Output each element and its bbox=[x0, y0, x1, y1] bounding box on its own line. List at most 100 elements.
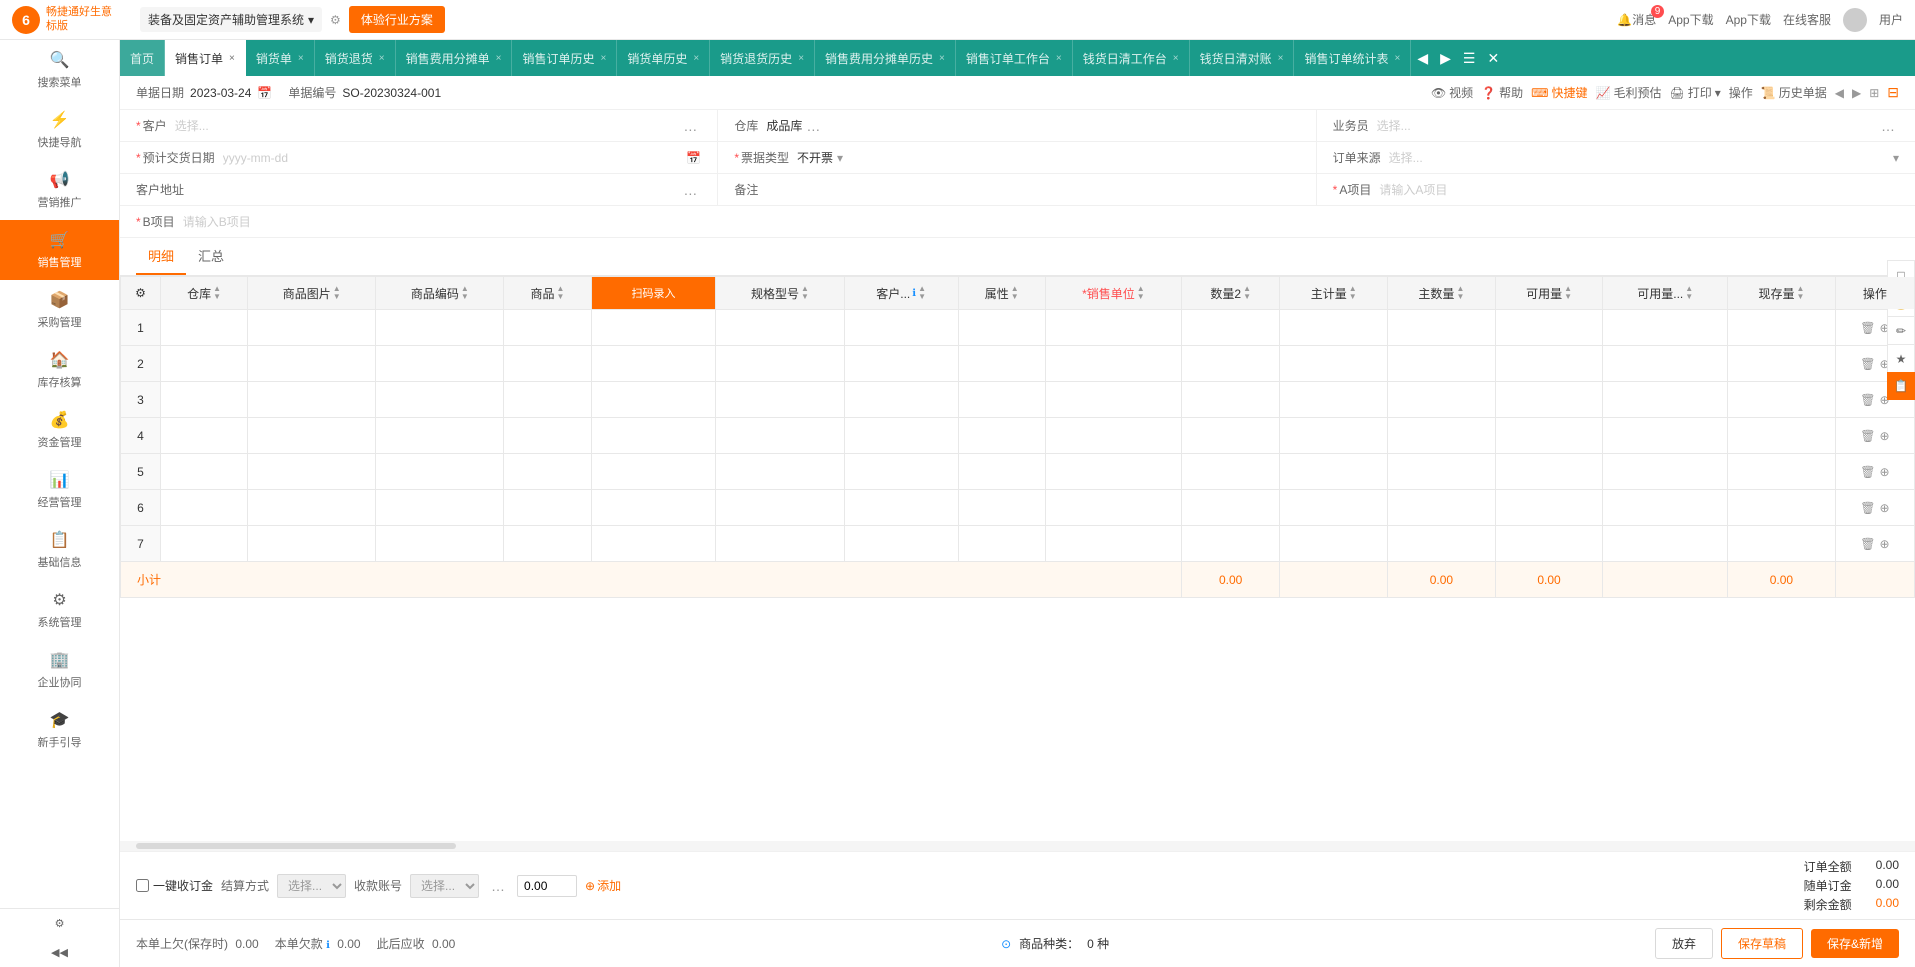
row-attribute[interactable] bbox=[958, 346, 1045, 382]
payment-amount-input[interactable] bbox=[517, 875, 577, 897]
customer-code-info-icon[interactable]: ℹ bbox=[912, 288, 916, 299]
add-payment-btn[interactable]: ⊕ 添加 bbox=[585, 877, 621, 894]
float-btn-5[interactable]: 📋 bbox=[1887, 372, 1915, 400]
row-scan[interactable] bbox=[591, 418, 716, 454]
staff-ellipsis[interactable]: … bbox=[1877, 118, 1899, 134]
row-available[interactable] bbox=[1495, 310, 1603, 346]
order-source-dropdown[interactable]: ▾ bbox=[1893, 151, 1899, 165]
bill-date-value[interactable]: 2023-03-24 bbox=[190, 86, 251, 100]
a-project-input[interactable] bbox=[1379, 183, 1899, 197]
sidebar-item-beginner[interactable]: 🎓 新手引导 bbox=[0, 700, 119, 760]
row-product-img[interactable] bbox=[248, 382, 376, 418]
staff-input[interactable] bbox=[1377, 119, 1877, 133]
row-current-stock[interactable] bbox=[1728, 346, 1836, 382]
delete-icon[interactable]: 🗑 bbox=[1860, 537, 1875, 551]
row-attribute[interactable] bbox=[958, 526, 1045, 562]
row-product-img[interactable] bbox=[248, 346, 376, 382]
nav-prev-icon[interactable]: ◀ bbox=[1835, 86, 1844, 100]
row-spec[interactable] bbox=[716, 526, 844, 562]
tab-sales-return[interactable]: 销货单 × bbox=[246, 40, 315, 76]
row-qty2[interactable] bbox=[1181, 454, 1280, 490]
tab-sales-return-history-close[interactable]: × bbox=[693, 53, 699, 64]
delivery-date-input[interactable] bbox=[223, 151, 687, 165]
row-warehouse[interactable] bbox=[161, 418, 248, 454]
expand-icon[interactable]: ⊟ bbox=[1887, 84, 1899, 101]
tab-home[interactable]: 首页 bbox=[120, 40, 165, 76]
row-main-unit[interactable] bbox=[1280, 418, 1388, 454]
sidebar-item-sales[interactable]: 🛒 销售管理 bbox=[0, 220, 119, 280]
row-available[interactable] bbox=[1495, 418, 1603, 454]
help-btn[interactable]: ❓ 帮助 bbox=[1481, 84, 1523, 101]
row-qty2[interactable] bbox=[1181, 490, 1280, 526]
row-available[interactable] bbox=[1495, 526, 1603, 562]
customer-ellipsis[interactable]: … bbox=[679, 118, 701, 134]
save-draft-btn[interactable]: 保存草稿 bbox=[1721, 928, 1803, 959]
row-main-qty[interactable] bbox=[1388, 490, 1496, 526]
row-main-unit[interactable] bbox=[1280, 454, 1388, 490]
sidebar-item-enterprise[interactable]: 🏢 企业协同 bbox=[0, 640, 119, 700]
tab-sales-workbench-close[interactable]: × bbox=[1056, 53, 1062, 64]
row-current-stock[interactable] bbox=[1728, 310, 1836, 346]
row-attribute[interactable] bbox=[958, 382, 1045, 418]
delete-icon[interactable]: 🗑 bbox=[1860, 321, 1875, 335]
tab-sales-return-close[interactable]: × bbox=[298, 53, 304, 64]
row-available2[interactable] bbox=[1603, 454, 1728, 490]
row-product-img[interactable] bbox=[248, 310, 376, 346]
row-warehouse[interactable] bbox=[161, 490, 248, 526]
scan-btn[interactable]: 扫码录入 bbox=[625, 283, 681, 303]
one-click-settle-checkbox[interactable]: 一键收订金 bbox=[136, 877, 213, 894]
shortcut-btn[interactable]: ⌨ 快捷键 bbox=[1531, 84, 1587, 101]
row-main-qty[interactable] bbox=[1388, 526, 1496, 562]
row-available2[interactable] bbox=[1603, 310, 1728, 346]
receipt-account-select[interactable]: 选择... bbox=[410, 874, 479, 898]
tab-cash-workbench[interactable]: 钱货日清工作台 × bbox=[1073, 40, 1190, 76]
sidebar-collapse-btn[interactable]: ◀◀ bbox=[0, 938, 119, 967]
row-warehouse[interactable] bbox=[161, 346, 248, 382]
copy-icon[interactable]: ⊕ bbox=[1879, 465, 1889, 479]
address-ellipsis[interactable]: … bbox=[679, 182, 701, 198]
tab-sales-order[interactable]: 销售订单 × bbox=[165, 40, 246, 76]
row-scan[interactable] bbox=[591, 382, 716, 418]
row-qty2[interactable] bbox=[1181, 418, 1280, 454]
row-product-img[interactable] bbox=[248, 526, 376, 562]
row-main-qty[interactable] bbox=[1388, 346, 1496, 382]
address-input[interactable] bbox=[192, 183, 679, 197]
row-current-stock[interactable] bbox=[1728, 382, 1836, 418]
row-product-name[interactable] bbox=[504, 526, 591, 562]
row-sales-unit[interactable] bbox=[1045, 310, 1181, 346]
row-customer-code[interactable] bbox=[844, 454, 958, 490]
row-scan[interactable] bbox=[591, 310, 716, 346]
tab-sales-refund-history-close[interactable]: × bbox=[798, 53, 804, 64]
b-project-input[interactable] bbox=[183, 215, 1899, 229]
copy-icon[interactable]: ⊕ bbox=[1879, 501, 1889, 515]
row-available2[interactable] bbox=[1603, 382, 1728, 418]
row-customer-code[interactable] bbox=[844, 346, 958, 382]
delete-icon[interactable]: 🗑 bbox=[1860, 357, 1875, 371]
row-product-img[interactable] bbox=[248, 490, 376, 526]
row-product-code[interactable] bbox=[376, 382, 504, 418]
row-customer-code[interactable] bbox=[844, 490, 958, 526]
sidebar-item-purchase[interactable]: 📦 采购管理 bbox=[0, 280, 119, 340]
tab-detail[interactable]: 明细 bbox=[136, 238, 186, 275]
sidebar-item-finance[interactable]: 💰 资金管理 bbox=[0, 400, 119, 460]
tab-sales-fee-close[interactable]: × bbox=[496, 53, 502, 64]
row-available2[interactable] bbox=[1603, 418, 1728, 454]
row-product-img[interactable] bbox=[248, 418, 376, 454]
row-customer-code[interactable] bbox=[844, 382, 958, 418]
row-sales-unit[interactable] bbox=[1045, 490, 1181, 526]
user-label[interactable]: 用户 bbox=[1879, 11, 1903, 28]
row-product-code[interactable] bbox=[376, 490, 504, 526]
row-product-name[interactable] bbox=[504, 382, 591, 418]
row-sales-unit[interactable] bbox=[1045, 454, 1181, 490]
tab-nav-next[interactable]: ▶ bbox=[1434, 40, 1457, 76]
row-current-stock[interactable] bbox=[1728, 454, 1836, 490]
one-click-checkbox[interactable] bbox=[136, 879, 149, 892]
row-main-unit[interactable] bbox=[1280, 490, 1388, 526]
tab-sales-refund[interactable]: 销货退货 × bbox=[315, 40, 396, 76]
delete-icon[interactable]: 🗑 bbox=[1860, 429, 1875, 443]
online-service-link[interactable]: 在线客服 bbox=[1783, 11, 1831, 28]
row-sales-unit[interactable] bbox=[1045, 346, 1181, 382]
delete-icon[interactable]: 🗑 bbox=[1860, 501, 1875, 515]
tab-sales-order-close[interactable]: × bbox=[229, 53, 235, 64]
float-btn-3[interactable]: ✏ bbox=[1887, 316, 1915, 344]
